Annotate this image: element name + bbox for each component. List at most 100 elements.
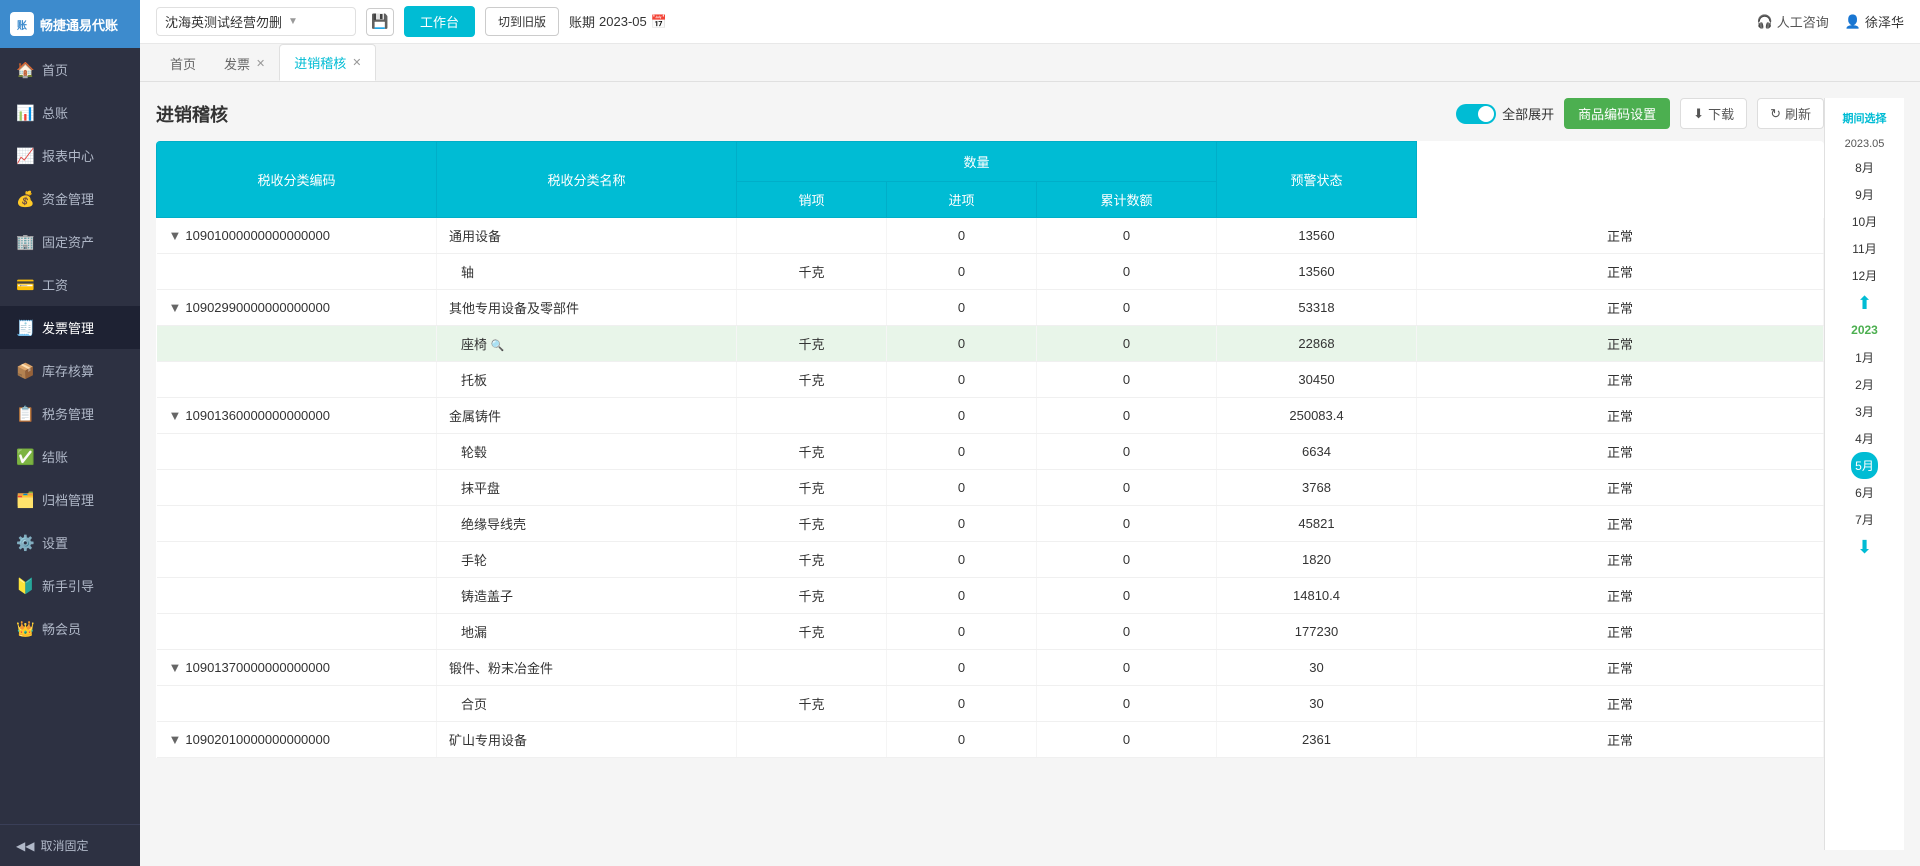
month-item[interactable]: 5月 (1851, 452, 1878, 479)
cell-code: ▼10901000000000000000 (157, 218, 437, 254)
table-row: 座椅 🔍 千克 0 0 22868 正常 (157, 326, 1824, 362)
logo: 账 畅捷通易代账 (0, 0, 140, 48)
page-body: 进销稽核 全部展开 商品编码设置 ⬇ 下载 ↻ 刷新 (140, 82, 1920, 866)
calendar-icon[interactable]: 📅 (651, 14, 667, 30)
sidebar-item-stock[interactable]: 📦库存核算 (0, 349, 140, 392)
month-item[interactable]: 1月 (1851, 344, 1878, 371)
period-title: 期间选择 (1839, 106, 1891, 130)
expand-icon[interactable]: ▼ (169, 300, 182, 315)
sidebar-item-report[interactable]: 📈报表中心 (0, 134, 140, 177)
month-item[interactable]: 7月 (1851, 506, 1878, 533)
user-info[interactable]: 👤 徐泽华 (1845, 12, 1904, 31)
table-row: 铸造盖子 千克 0 0 14810.4 正常 (157, 578, 1824, 614)
sidebar-item-ledger[interactable]: 📊总账 (0, 91, 140, 134)
cell-name: 座椅 🔍 (437, 326, 737, 362)
cell-sales: 0 (887, 254, 1037, 290)
cell-sales: 0 (887, 362, 1037, 398)
period-value: 2023-05 (599, 14, 647, 29)
user-icon: 👤 (1845, 14, 1861, 30)
cell-purchase: 0 (1037, 542, 1217, 578)
month-item[interactable]: 2月 (1851, 371, 1878, 398)
tab-close-invoice-icon[interactable]: ✕ (256, 57, 265, 70)
sidebar-item-tax[interactable]: 📋税务管理 (0, 392, 140, 435)
cell-cumulative: 30 (1217, 650, 1417, 686)
sidebar-nav: 🏠首页📊总账📈报表中心💰资金管理🏢固定资产💳工资🧾发票管理📦库存核算📋税务管理✅… (0, 48, 140, 824)
up-arrow-icon[interactable]: ⬆ (1855, 291, 1874, 316)
sidebar-item-settings[interactable]: ⚙️设置 (0, 521, 140, 564)
month-item[interactable]: 8月 (1848, 154, 1881, 181)
cell-sales: 0 (887, 650, 1037, 686)
month-item[interactable]: 4月 (1851, 425, 1878, 452)
cell-cumulative: 6634 (1217, 434, 1417, 470)
cell-code (157, 614, 437, 650)
sidebar-item-home[interactable]: 🏠首页 (0, 48, 140, 91)
toggle-all-switch[interactable] (1456, 104, 1496, 124)
main-content: 沈海英测试经营勿删 ▼ 💾 工作台 切到旧版 账期 2023-05 📅 🎧 人工… (140, 0, 1920, 866)
down-arrow-icon[interactable]: ⬇ (1855, 535, 1874, 560)
cell-unit (737, 218, 887, 254)
cell-cumulative: 45821 (1217, 506, 1417, 542)
sidebar-item-archive[interactable]: 🗂️归档管理 (0, 478, 140, 521)
expand-icon[interactable]: ▼ (169, 408, 182, 423)
save-button[interactable]: 💾 (366, 8, 394, 36)
cell-code (157, 254, 437, 290)
table-row: ▼10901000000000000000 通用设备 0 0 13560 正常 (157, 218, 1824, 254)
tab-home[interactable]: 首页 (156, 46, 210, 81)
cell-purchase: 0 (1037, 218, 1217, 254)
company-selector[interactable]: 沈海英测试经营勿删 ▼ (156, 7, 356, 36)
cell-code (157, 362, 437, 398)
month-item[interactable]: 3月 (1851, 398, 1878, 425)
cell-purchase: 0 (1037, 722, 1217, 758)
month-item[interactable]: 12月 (1848, 262, 1881, 289)
cell-unit: 千克 (737, 506, 887, 542)
cell-code (157, 686, 437, 722)
table-row: 合页 千克 0 0 30 正常 (157, 686, 1824, 722)
cell-unit: 千克 (737, 686, 887, 722)
month-item[interactable]: 9月 (1848, 181, 1881, 208)
month-item[interactable]: 10月 (1848, 208, 1881, 235)
sidebar-label-settings: 设置 (42, 533, 68, 552)
sidebar-item-salary[interactable]: 💳工资 (0, 263, 140, 306)
workbench-button[interactable]: 工作台 (404, 6, 475, 37)
tab-reconcile[interactable]: 进销稽核✕ (279, 44, 376, 81)
cell-cumulative: 30450 (1217, 362, 1417, 398)
cell-code (157, 326, 437, 362)
sidebar-item-guide[interactable]: 🔰新手引导 (0, 564, 140, 607)
sidebar-item-member[interactable]: 👑畅会员 (0, 607, 140, 650)
cell-purchase: 0 (1037, 686, 1217, 722)
table-row: ▼10902990000000000000 其他专用设备及零部件 0 0 533… (157, 290, 1824, 326)
switch-version-button[interactable]: 切到旧版 (485, 7, 559, 36)
sidebar-item-settle[interactable]: ✅结账 (0, 435, 140, 478)
tab-invoice[interactable]: 发票✕ (210, 46, 279, 81)
product-code-button[interactable]: 商品编码设置 (1564, 98, 1670, 129)
month-item[interactable]: 11月 (1848, 235, 1881, 262)
support-button[interactable]: 🎧 人工咨询 (1757, 12, 1829, 31)
cell-unit (737, 650, 887, 686)
cell-cumulative: 177230 (1217, 614, 1417, 650)
sidebar-item-invoice[interactable]: 🧾发票管理 (0, 306, 140, 349)
refresh-button[interactable]: ↻ 刷新 (1757, 98, 1824, 129)
cell-code: ▼10901370000000000000 (157, 650, 437, 686)
col-header-name: 税收分类名称 (437, 142, 737, 218)
cell-purchase: 0 (1037, 362, 1217, 398)
download-button[interactable]: ⬇ 下载 (1680, 98, 1747, 129)
cell-code (157, 470, 437, 506)
expand-icon[interactable]: ▼ (169, 660, 182, 675)
sidebar-item-fund[interactable]: 💰资金管理 (0, 177, 140, 220)
cell-name: 地漏 (437, 614, 737, 650)
cell-unit: 千克 (737, 326, 887, 362)
expand-icon[interactable]: ▼ (169, 732, 182, 747)
cell-purchase: 0 (1037, 254, 1217, 290)
month-item[interactable]: 6月 (1851, 479, 1878, 506)
table-row: 抹平盘 千克 0 0 3768 正常 (157, 470, 1824, 506)
sidebar-label-home: 首页 (42, 60, 68, 79)
search-icon[interactable]: 🔍 (491, 340, 505, 352)
sidebar-item-asset[interactable]: 🏢固定资产 (0, 220, 140, 263)
topbar: 沈海英测试经营勿删 ▼ 💾 工作台 切到旧版 账期 2023-05 📅 🎧 人工… (140, 0, 1920, 44)
cell-name: 锻件、粉末冶金件 (437, 650, 737, 686)
cell-warning: 正常 (1417, 722, 1824, 758)
expand-icon[interactable]: ▼ (169, 228, 182, 243)
tab-close-reconcile-icon[interactable]: ✕ (352, 56, 361, 69)
sidebar-footer[interactable]: ◀◀ 取消固定 (0, 824, 140, 866)
sidebar-label-stock: 库存核算 (42, 361, 94, 380)
